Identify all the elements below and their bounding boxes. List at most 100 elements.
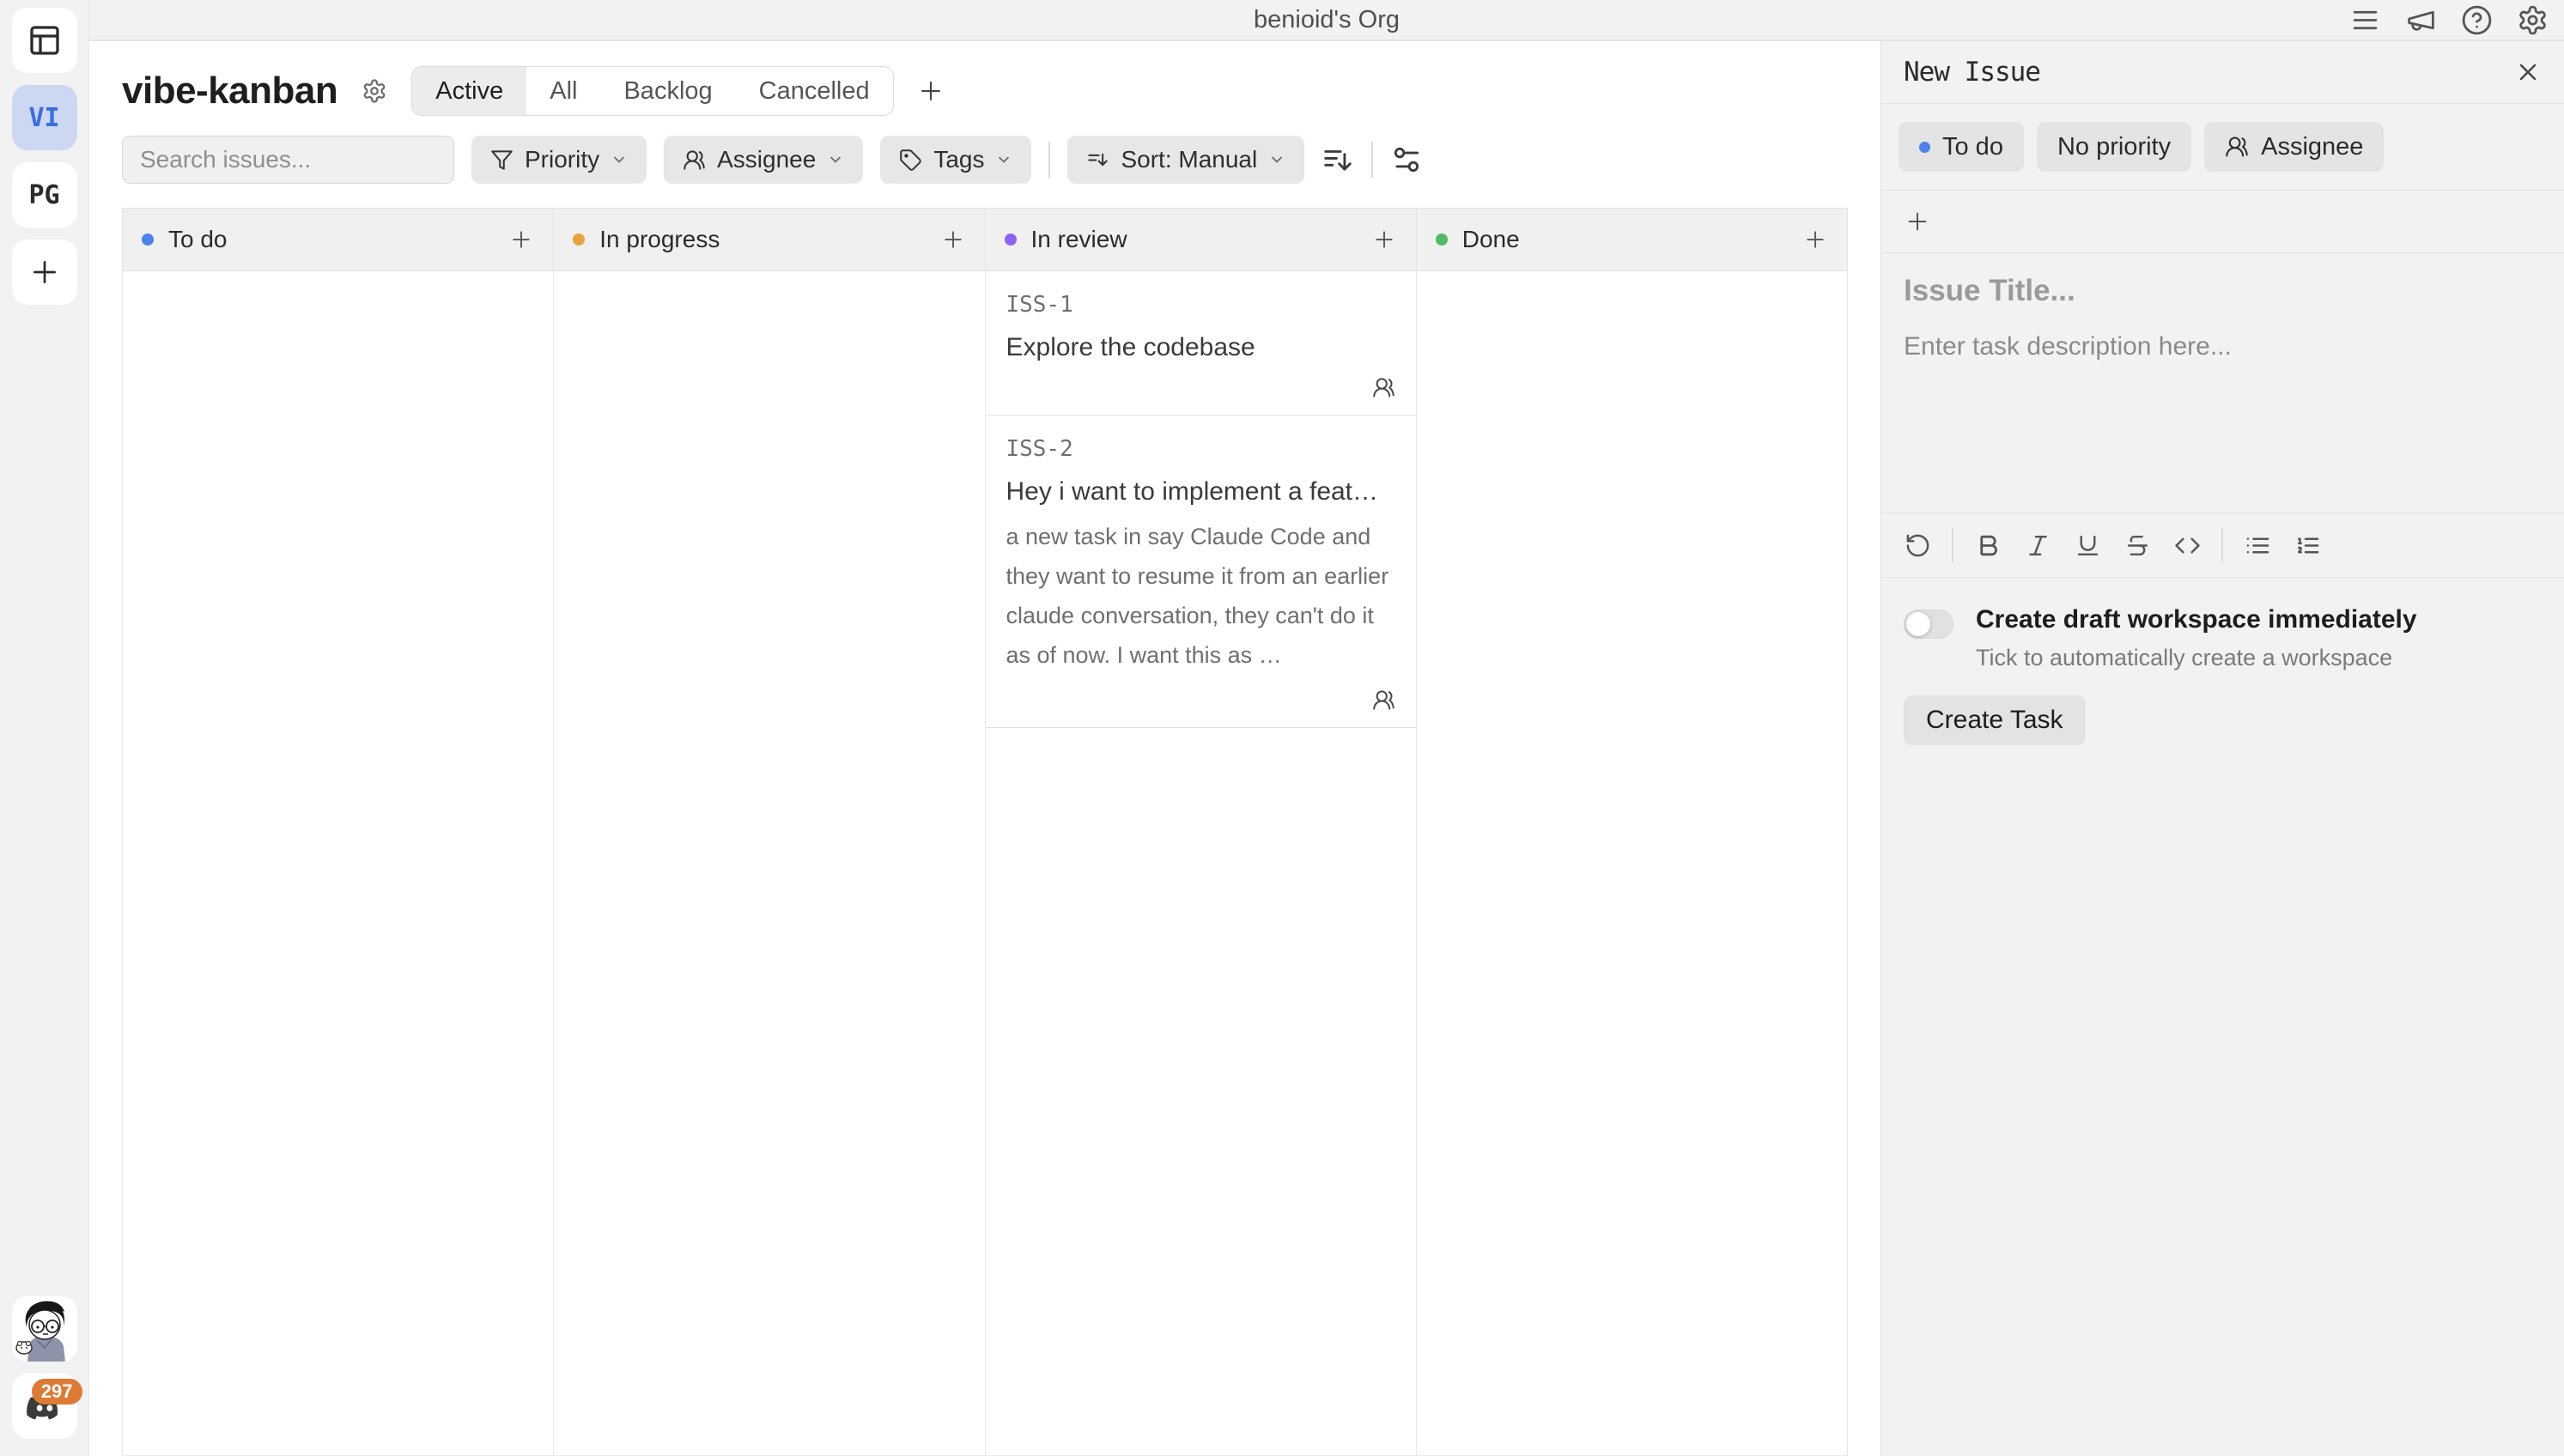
add-card-icon[interactable] bbox=[1802, 227, 1828, 252]
toggle-knob bbox=[1906, 612, 1930, 636]
avatar-illustration bbox=[12, 1296, 77, 1362]
discord-widget: 297 bbox=[12, 1374, 77, 1439]
tags-filter[interactable]: Tags bbox=[880, 136, 1031, 184]
priority-chip[interactable]: No priority bbox=[2037, 122, 2191, 172]
tab-backlog[interactable]: Backlog bbox=[600, 67, 735, 115]
chevron-down-icon bbox=[611, 151, 628, 168]
numbered-list-icon[interactable] bbox=[2285, 523, 2330, 567]
issue-title: Explore the codebase bbox=[1006, 333, 1395, 362]
tab-cancelled[interactable]: Cancelled bbox=[736, 67, 893, 115]
new-issue-panel: New Issue To do No priority Assignee bbox=[1880, 41, 2564, 1456]
add-card-icon[interactable] bbox=[940, 227, 966, 252]
tag-icon bbox=[899, 149, 922, 172]
chevron-down-icon bbox=[995, 151, 1012, 168]
issue-id: ISS-2 bbox=[1006, 436, 1395, 462]
status-dot-in-progress bbox=[573, 234, 585, 246]
filter-toolbar: Priority Assignee Tags Sort: Manual bbox=[122, 136, 1848, 184]
users-icon bbox=[683, 149, 706, 172]
sidebar-item-workspace-pg[interactable]: PG bbox=[12, 162, 77, 228]
users-icon bbox=[2225, 135, 2249, 159]
add-property-plus-icon[interactable] bbox=[1899, 203, 1936, 240]
issue-id: ISS-1 bbox=[1006, 292, 1395, 318]
view-tabs: Active All Backlog Cancelled bbox=[411, 66, 893, 116]
panel-title: New Issue bbox=[1904, 57, 2514, 88]
assignees-users-icon[interactable] bbox=[1372, 689, 1395, 712]
workspace-toggle-section: Create draft workspace immediately Tick … bbox=[1881, 578, 2564, 671]
bullet-list-icon[interactable] bbox=[2235, 523, 2280, 567]
panels-layout-icon[interactable] bbox=[12, 8, 77, 73]
column-done bbox=[1417, 271, 1848, 1455]
issue-title: Hey i want to implement a feat… bbox=[1006, 477, 1395, 507]
issue-property-chips: To do No priority Assignee bbox=[1881, 104, 2564, 191]
status-dot-in-review bbox=[1005, 234, 1017, 246]
issue-title-input[interactable] bbox=[1904, 274, 2542, 308]
editor-toolbar bbox=[1881, 513, 2564, 578]
board-header: vibe-kanban Active All Backlog Cancelled bbox=[122, 65, 1848, 117]
column-header-done: Done bbox=[1416, 208, 1848, 271]
close-icon[interactable] bbox=[2514, 58, 2542, 86]
notification-badge: 297 bbox=[32, 1379, 82, 1404]
chevron-down-icon bbox=[827, 151, 844, 168]
column-header-todo: To do bbox=[122, 208, 553, 271]
topbar-actions bbox=[2349, 0, 2549, 39]
sidebar-item-workspace-vi[interactable]: VI bbox=[12, 85, 77, 150]
search-input[interactable] bbox=[122, 136, 454, 184]
add-card-icon[interactable] bbox=[1371, 227, 1397, 252]
status-chip[interactable]: To do bbox=[1899, 122, 2024, 172]
status-dot-todo bbox=[142, 234, 154, 246]
menu-icon[interactable] bbox=[2349, 4, 2381, 36]
bold-icon[interactable] bbox=[1966, 523, 2010, 567]
issue-description-input[interactable] bbox=[1904, 332, 2542, 513]
org-title: benioid's Org bbox=[89, 0, 2564, 39]
tab-active[interactable]: Active bbox=[412, 67, 526, 115]
sort-direction-icon[interactable] bbox=[1321, 143, 1354, 176]
create-workspace-toggle[interactable] bbox=[1904, 610, 1953, 639]
column-header-in-progress: In progress bbox=[553, 208, 984, 271]
settings-gear-icon[interactable] bbox=[2517, 4, 2549, 36]
megaphone-icon[interactable] bbox=[2405, 4, 2437, 36]
chevron-down-icon bbox=[1268, 151, 1285, 168]
kanban-board: vibe-kanban Active All Backlog Cancelled… bbox=[89, 41, 1880, 1456]
add-workspace-button[interactable] bbox=[12, 240, 77, 305]
issue-description: a new task in say Claude Code and they w… bbox=[1006, 517, 1395, 675]
divider bbox=[2221, 528, 2223, 562]
underline-icon[interactable] bbox=[2065, 523, 2110, 567]
assignee-chip[interactable]: Assignee bbox=[2204, 122, 2384, 172]
column-header-in-review: In review bbox=[985, 208, 1416, 271]
column-in-review: ISS-1 Explore the codebase ISS-2 Hey i w… bbox=[986, 271, 1417, 1455]
display-options-sliders-icon[interactable] bbox=[1390, 143, 1423, 176]
strikethrough-icon[interactable] bbox=[2115, 523, 2160, 567]
columns-body: ISS-1 Explore the codebase ISS-2 Hey i w… bbox=[122, 271, 1848, 1456]
tab-all[interactable]: All bbox=[526, 67, 600, 115]
priority-filter[interactable]: Priority bbox=[471, 136, 647, 184]
help-icon[interactable] bbox=[2461, 4, 2493, 36]
assignees-users-icon[interactable] bbox=[1372, 376, 1395, 399]
divider bbox=[1048, 142, 1050, 178]
code-icon[interactable] bbox=[2165, 523, 2209, 567]
panel-header: New Issue bbox=[1881, 41, 2564, 104]
page-title: vibe-kanban bbox=[122, 70, 337, 112]
italic-icon[interactable] bbox=[2015, 523, 2060, 567]
columns-header: To do In progress In review Done bbox=[122, 208, 1848, 271]
sort-icon bbox=[1086, 149, 1109, 172]
board-settings-icon[interactable] bbox=[362, 78, 387, 104]
add-property-row bbox=[1881, 191, 2564, 253]
issue-card-iss-2[interactable]: ISS-2 Hey i want to implement a feat… a … bbox=[986, 416, 1416, 728]
toggle-label: Create draft workspace immediately bbox=[1976, 605, 2417, 634]
undo-icon[interactable] bbox=[1895, 523, 1940, 567]
funnel-icon bbox=[490, 149, 513, 172]
workspace-sidebar: VI PG bbox=[0, 0, 89, 1456]
column-in-progress bbox=[554, 271, 985, 1455]
top-bar: benioid's Org bbox=[0, 0, 2564, 41]
divider bbox=[1371, 142, 1373, 178]
add-card-icon[interactable] bbox=[508, 227, 534, 252]
divider bbox=[1952, 528, 1953, 562]
create-task-button[interactable]: Create Task bbox=[1904, 695, 2086, 745]
add-view-plus-icon[interactable] bbox=[916, 76, 945, 106]
toggle-description: Tick to automatically create a workspace bbox=[1976, 645, 2417, 671]
assignee-filter[interactable]: Assignee bbox=[664, 136, 863, 184]
issue-card-iss-1[interactable]: ISS-1 Explore the codebase bbox=[986, 271, 1416, 416]
sort-selector[interactable]: Sort: Manual bbox=[1067, 136, 1304, 184]
status-dot-done bbox=[1436, 234, 1448, 246]
user-avatar[interactable] bbox=[12, 1296, 77, 1362]
